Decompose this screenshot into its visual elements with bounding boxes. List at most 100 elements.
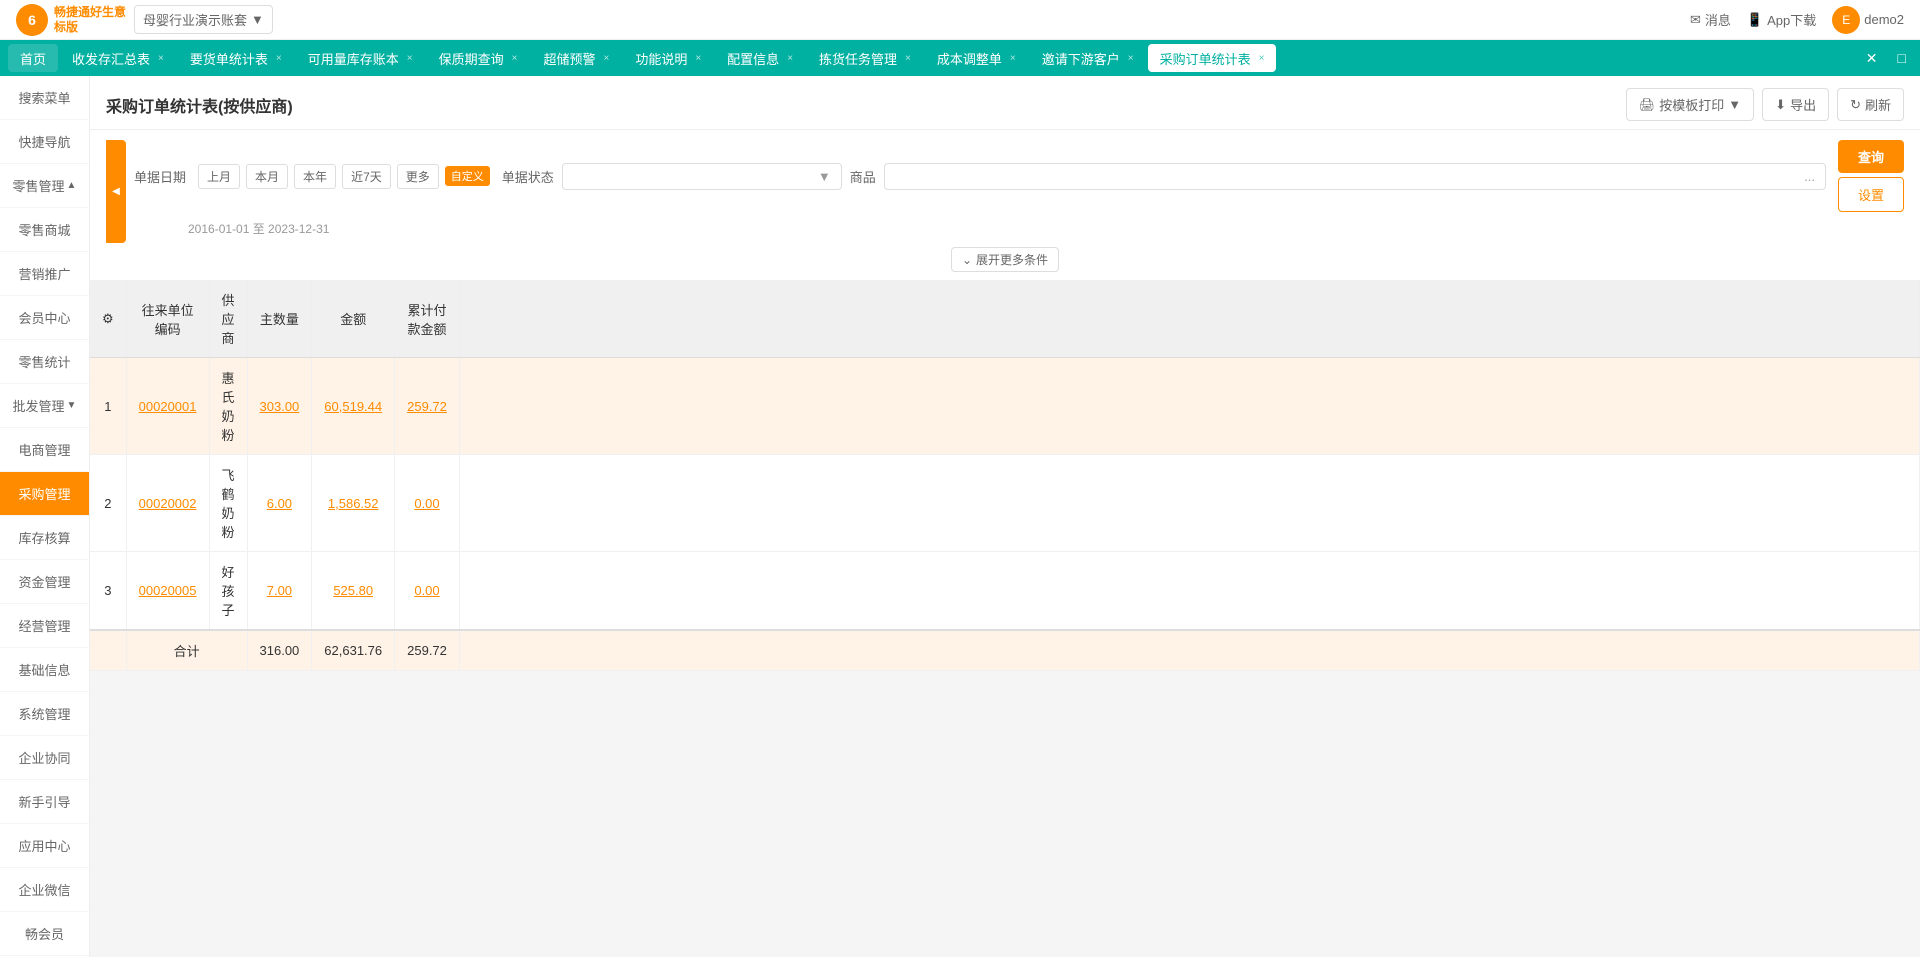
row-num: 3: [90, 552, 126, 631]
page-actions: 🖨 按模板打印 ▼ ⬇ 导出 ↻ 刷新: [1626, 88, 1904, 121]
col-code: 往来单位编码: [126, 280, 209, 358]
sidebar-item-system[interactable]: 系统管理: [0, 692, 89, 736]
account-selector[interactable]: 母婴行业演示账套 ▼: [134, 5, 273, 34]
tab-chengben[interactable]: 成本调整单 ×: [925, 44, 1028, 72]
maximize-button[interactable]: □: [1892, 48, 1912, 68]
date-btn-this-year[interactable]: 本年: [294, 164, 336, 189]
chevron-down-icon: ▼: [818, 169, 831, 184]
refresh-button[interactable]: ↻ 刷新: [1837, 88, 1904, 121]
row-amount[interactable]: 525.80: [312, 552, 395, 631]
sidebar-item-purchase[interactable]: 采购管理: [0, 472, 89, 516]
sidebar-item-ecommerce[interactable]: 电商管理: [0, 428, 89, 472]
tab-peizhi[interactable]: 配置信息 ×: [715, 44, 805, 72]
print-button[interactable]: 🖨 按模板打印 ▼: [1626, 88, 1754, 121]
sidebar: 搜索菜单 快捷导航 零售管理 ▲ 零售商城 营销推广 会员中心 零售统计 批发管…: [0, 76, 90, 957]
sidebar-item-retail-mgmt[interactable]: 零售管理 ▲: [0, 164, 89, 208]
tab-yaohuo[interactable]: 要货单统计表 ×: [178, 44, 294, 72]
sidebar-item-marketing[interactable]: 营销推广: [0, 252, 89, 296]
sidebar-item-inventory[interactable]: 库存核算: [0, 516, 89, 560]
export-button[interactable]: ⬇ 导出: [1762, 88, 1829, 121]
row-paid[interactable]: 0.00: [395, 552, 460, 631]
close-all-tabs-button[interactable]: ✕: [1860, 48, 1884, 69]
row-quantity[interactable]: 303.00: [247, 358, 312, 455]
sidebar-item-app-center[interactable]: 应用中心: [0, 824, 89, 868]
goods-input[interactable]: ...: [884, 163, 1826, 190]
row-quantity[interactable]: 7.00: [247, 552, 312, 631]
row-supplier: 飞鹤奶粉: [209, 455, 247, 552]
page-header: 采购订单统计表(按供应商) 🖨 按模板打印 ▼ ⬇ 导出 ↻ 刷新: [90, 76, 1920, 130]
sidebar-item-member[interactable]: 畅会员: [0, 912, 89, 956]
filter-toggle-button[interactable]: ◀: [106, 140, 126, 243]
tab-home[interactable]: 首页: [8, 44, 58, 72]
table-area: ⚙ 往来单位编码 供应商 主数量 金额 累计付款金额 1 00020001: [90, 280, 1920, 671]
chevron-down-icon: ⌄: [962, 253, 972, 267]
tab-yaoqing[interactable]: 邀请下游客户 ×: [1030, 44, 1146, 72]
row-paid[interactable]: 259.72: [395, 358, 460, 455]
row-code[interactable]: 00020005: [126, 552, 209, 631]
close-icon[interactable]: ×: [1010, 53, 1016, 64]
message-icon: ✉: [1690, 12, 1701, 28]
app-download-button[interactable]: 📱 App下载: [1747, 10, 1816, 29]
query-actions: 查询 设置: [1838, 140, 1904, 212]
date-btn-this-month[interactable]: 本月: [246, 164, 288, 189]
close-icon[interactable]: ×: [695, 53, 701, 64]
sidebar-item-retail-stats[interactable]: 零售统计: [0, 340, 89, 384]
chevron-up-icon: ▲: [67, 180, 77, 191]
expand-row: ⌄ 展开更多条件: [90, 243, 1920, 280]
row-amount[interactable]: 60,519.44: [312, 358, 395, 455]
refresh-icon: ↻: [1850, 97, 1861, 113]
sidebar-item-retail-store[interactable]: 零售商城: [0, 208, 89, 252]
close-icon[interactable]: ×: [407, 53, 413, 64]
row-quantity[interactable]: 6.00: [247, 455, 312, 552]
tab-gongneng[interactable]: 功能说明 ×: [623, 44, 713, 72]
sidebar-item-member-center[interactable]: 会员中心: [0, 296, 89, 340]
date-btn-last-month[interactable]: 上月: [198, 164, 240, 189]
close-icon[interactable]: ×: [905, 53, 911, 64]
query-button[interactable]: 查询: [1838, 140, 1904, 173]
sidebar-item-quicknav[interactable]: 快捷导航: [0, 120, 89, 164]
tab-chaochu[interactable]: 超储预警 ×: [531, 44, 621, 72]
close-icon[interactable]: ×: [512, 53, 518, 64]
sidebar-item-enterprise[interactable]: 企业协同: [0, 736, 89, 780]
filter-area: ◀ 单据日期 上月 本月 本年 近7天 更多 自定义 单据状态: [90, 130, 1920, 243]
sidebar-item-finance[interactable]: 资金管理: [0, 560, 89, 604]
close-icon[interactable]: ×: [1259, 53, 1265, 64]
row-paid[interactable]: 0.00: [395, 455, 460, 552]
row-code[interactable]: 00020002: [126, 455, 209, 552]
status-select[interactable]: ▼: [562, 163, 842, 190]
row-num: 2: [90, 455, 126, 552]
close-icon[interactable]: ×: [158, 53, 164, 64]
filter-row-1: 单据日期 上月 本月 本年 近7天 更多 自定义 单据状态 ▼: [134, 140, 1904, 212]
sidebar-item-search[interactable]: 搜索菜单: [0, 76, 89, 120]
settings-icon[interactable]: ⚙: [102, 311, 114, 326]
sidebar-item-basic-info[interactable]: 基础信息: [0, 648, 89, 692]
chevron-down-icon: ▼: [251, 12, 264, 27]
close-icon[interactable]: ×: [276, 53, 282, 64]
sidebar-item-operations[interactable]: 经营管理: [0, 604, 89, 648]
close-icon[interactable]: ×: [603, 53, 609, 64]
filter-settings-button[interactable]: 设置: [1838, 177, 1904, 212]
footer-amount: 62,631.76: [312, 630, 395, 671]
filter-dates: 上月 本月 本年 近7天 更多 自定义: [198, 164, 490, 189]
tab-caigou-active[interactable]: 采购订单统计表 ×: [1148, 44, 1277, 72]
close-icon[interactable]: ×: [1128, 53, 1134, 64]
sidebar-item-weixin[interactable]: 企业微信: [0, 868, 89, 912]
col-amount: 金额: [312, 280, 395, 358]
date-btn-more[interactable]: 更多: [397, 164, 439, 189]
row-empty: [459, 358, 1919, 455]
tab-shofacun[interactable]: 收发存汇总表 ×: [60, 44, 176, 72]
sidebar-item-wholesale[interactable]: 批发管理 ▼: [0, 384, 89, 428]
date-btn-7days[interactable]: 近7天: [342, 164, 391, 189]
user-profile[interactable]: E demo2: [1832, 6, 1904, 34]
close-icon[interactable]: ×: [787, 53, 793, 64]
tab-kuyongliang[interactable]: 可用量库存账本 ×: [296, 44, 425, 72]
message-button[interactable]: ✉ 消息: [1690, 10, 1731, 29]
expand-conditions-button[interactable]: ⌄ 展开更多条件: [951, 247, 1059, 272]
chevron-left-icon: ◀: [112, 186, 120, 197]
data-table: ⚙ 往来单位编码 供应商 主数量 金额 累计付款金额 1 00020001: [90, 280, 1920, 671]
tab-baozhi[interactable]: 保质期查询 ×: [427, 44, 530, 72]
sidebar-item-guide[interactable]: 新手引导: [0, 780, 89, 824]
row-amount[interactable]: 1,586.52: [312, 455, 395, 552]
tab-jianhuo[interactable]: 拣货任务管理 ×: [807, 44, 923, 72]
row-code[interactable]: 00020001: [126, 358, 209, 455]
